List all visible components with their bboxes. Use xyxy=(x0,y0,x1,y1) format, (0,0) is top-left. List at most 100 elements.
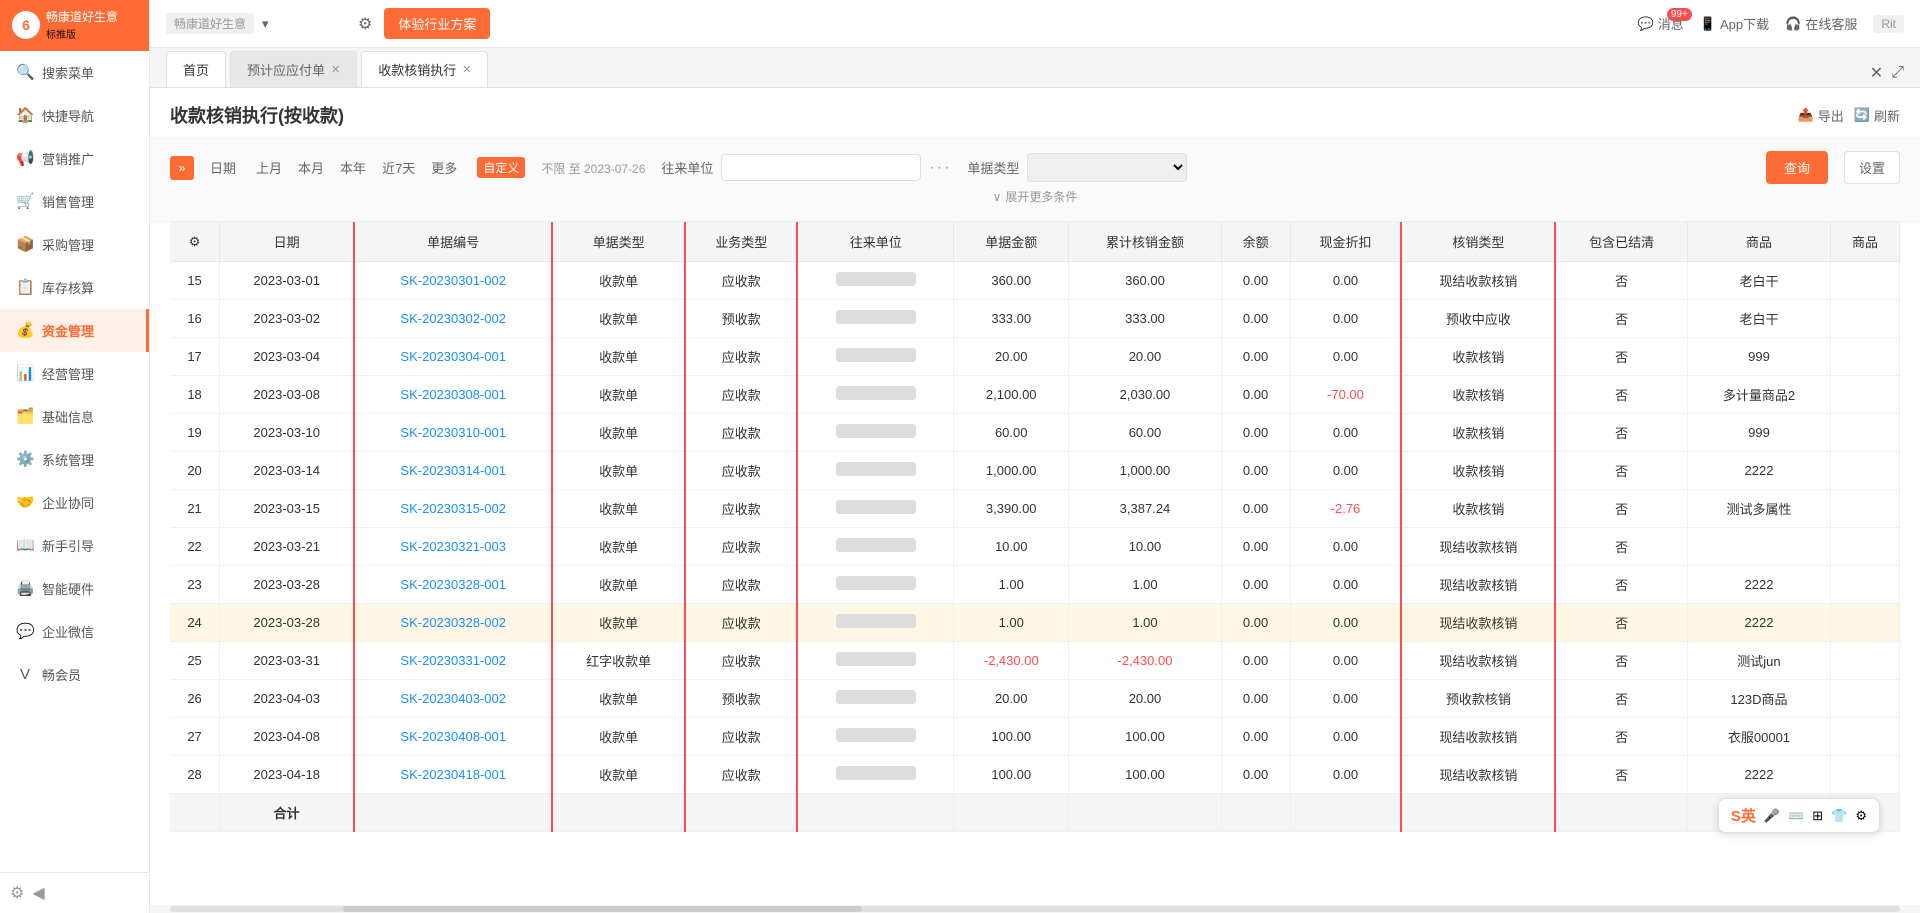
horizontal-scrollbar[interactable] xyxy=(150,905,1920,913)
sidebar-item-purchase[interactable]: 📦采购管理 xyxy=(0,223,149,266)
bill-type-select[interactable] xyxy=(1027,153,1187,182)
row-no: 17 xyxy=(170,338,220,376)
bill-no-link[interactable]: SK-20230314-001 xyxy=(400,463,506,478)
row-amount: 2,100.00 xyxy=(954,376,1069,414)
sidebar-item-finance[interactable]: 💰资金管理 xyxy=(0,309,149,352)
row-include-settled: 否 xyxy=(1555,414,1687,452)
bill-no-link[interactable]: SK-20230321-003 xyxy=(400,539,506,554)
tab-close-advance-pay[interactable]: ✕ xyxy=(331,63,340,76)
unit-input[interactable] xyxy=(721,154,921,181)
settings-icon[interactable]: ⚙ xyxy=(10,883,24,903)
row-bill-no[interactable]: SK-20230314-001 xyxy=(354,452,552,490)
topbar-settings-icon[interactable]: ⚙ xyxy=(358,14,372,34)
bill-no-link[interactable]: SK-20230310-001 xyxy=(400,425,506,440)
ime-mic-icon[interactable]: 🎤 xyxy=(1764,808,1780,824)
bill-no-link[interactable]: SK-20230328-001 xyxy=(400,577,506,592)
sidebar-item-operation[interactable]: 📊经营管理 xyxy=(0,352,149,395)
ime-keyboard-icon[interactable]: ⌨️ xyxy=(1788,808,1804,824)
query-button[interactable]: 查询 xyxy=(1766,151,1828,184)
row-bill-no[interactable]: SK-20230304-001 xyxy=(354,338,552,376)
date-option-本月[interactable]: 本月 xyxy=(294,156,328,179)
ime-grid-icon[interactable]: ⊞ xyxy=(1812,808,1823,824)
row-amount: 1,000.00 xyxy=(954,452,1069,490)
row-balance: 0.00 xyxy=(1221,300,1290,338)
tab-maximize-icon[interactable]: ⤢ xyxy=(1891,64,1904,82)
sidebar-item-guide[interactable]: 📖新手引导 xyxy=(0,524,149,567)
sidebar-item-base[interactable]: 🗂️基础信息 xyxy=(0,395,149,438)
row-bill-no[interactable]: SK-20230331-002 xyxy=(354,642,552,680)
bill-no-link[interactable]: SK-20230315-002 xyxy=(400,501,506,516)
sidebar-item-wechat[interactable]: 💬企业微信 xyxy=(0,610,149,653)
sidebar-item-marketing[interactable]: 📢营销推广 xyxy=(0,137,149,180)
message-button[interactable]: 💬 消息 99+ xyxy=(1638,14,1684,33)
date-option-近7天[interactable]: 近7天 xyxy=(378,156,419,179)
page-title: 收款核销执行(按收款) xyxy=(170,102,344,128)
row-date: 2023-03-01 xyxy=(220,262,355,300)
row-bill-no[interactable]: SK-20230315-002 xyxy=(354,490,552,528)
member-icon: V xyxy=(16,666,34,683)
row-bill-no[interactable]: SK-20230301-002 xyxy=(354,262,552,300)
online-service-button[interactable]: 🎧 在线客服 xyxy=(1785,14,1857,33)
row-bill-no[interactable]: SK-20230310-001 xyxy=(354,414,552,452)
ime-more-icon[interactable]: ⚙ xyxy=(1855,808,1867,824)
dropdown-icon[interactable]: ▾ xyxy=(262,16,269,32)
row-bill-no[interactable]: SK-20230328-002 xyxy=(354,604,552,642)
col-settings-icon[interactable]: ⚙ xyxy=(189,234,201,249)
sidebar-item-quick-nav[interactable]: 🏠快捷导航 xyxy=(0,94,149,137)
row-date: 2023-03-15 xyxy=(220,490,355,528)
footer-cell-4 xyxy=(685,794,797,832)
custom-date-button[interactable]: 自定义 xyxy=(477,157,525,178)
bill-no-link[interactable]: SK-20230408-001 xyxy=(400,729,506,744)
bill-no-link[interactable]: SK-20230328-002 xyxy=(400,615,506,630)
row-bill-no[interactable]: SK-20230328-001 xyxy=(354,566,552,604)
date-option-更多[interactable]: 更多 xyxy=(427,156,461,179)
app-download-button[interactable]: 📱 App下载 xyxy=(1700,14,1769,33)
bill-no-link[interactable]: SK-20230302-002 xyxy=(400,311,506,326)
sidebar-item-system[interactable]: ⚙️系统管理 xyxy=(0,438,149,481)
sidebar-item-inventory[interactable]: 📋库存核算 xyxy=(0,266,149,309)
sidebar-item-enterprise[interactable]: 🤝企业协同 xyxy=(0,481,149,524)
date-option-上月[interactable]: 上月 xyxy=(252,156,286,179)
filter-settings-button[interactable]: 设置 xyxy=(1844,151,1900,184)
date-option-本年[interactable]: 本年 xyxy=(336,156,370,179)
tab-collection-verify[interactable]: 收款核销执行✕ xyxy=(361,51,488,87)
filter-toggle-button[interactable]: » xyxy=(170,156,194,180)
scrollbar-thumb[interactable] xyxy=(343,906,862,912)
row-bill-no[interactable]: SK-20230308-001 xyxy=(354,376,552,414)
bill-no-link[interactable]: SK-20230418-001 xyxy=(400,767,506,782)
row-bill-no[interactable]: SK-20230302-002 xyxy=(354,300,552,338)
row-bill-no[interactable]: SK-20230418-001 xyxy=(354,756,552,794)
sidebar-item-sales[interactable]: 🛒销售管理 xyxy=(0,180,149,223)
sidebar-item-hardware[interactable]: 🖨️智能硬件 xyxy=(0,567,149,610)
bill-no-link[interactable]: SK-20230304-001 xyxy=(400,349,506,364)
solution-button[interactable]: 体验行业方案 xyxy=(384,8,490,39)
expand-more-button[interactable]: ∨ 展开更多条件 xyxy=(993,188,1078,205)
row-unit xyxy=(797,414,953,452)
sidebar-label-purchase: 采购管理 xyxy=(42,235,94,254)
row-cash-discount: -70.00 xyxy=(1290,376,1401,414)
collapse-icon[interactable]: ◀ xyxy=(32,883,44,903)
tab-close-collection-verify[interactable]: ✕ xyxy=(462,63,471,76)
sales-icon: 🛒 xyxy=(16,192,34,210)
row-cash-discount: 0.00 xyxy=(1290,718,1401,756)
row-bill-no[interactable]: SK-20230321-003 xyxy=(354,528,552,566)
bill-no-link[interactable]: SK-20230403-002 xyxy=(400,691,506,706)
refresh-button[interactable]: 🔄 刷新 xyxy=(1854,106,1900,125)
bill-no-link[interactable]: SK-20230331-002 xyxy=(400,653,506,668)
sidebar-item-search[interactable]: 🔍搜索菜单 xyxy=(0,51,149,94)
filter-expand-row: ∨ 展开更多条件 xyxy=(170,184,1900,209)
tab-close-all-icon[interactable]: ✕ xyxy=(1870,63,1883,83)
footer-cell-11 xyxy=(1555,794,1687,832)
row-bill-no[interactable]: SK-20230408-001 xyxy=(354,718,552,756)
user-info[interactable]: Rit xyxy=(1873,15,1904,33)
bill-no-link[interactable]: SK-20230301-002 xyxy=(400,273,506,288)
ime-shirt-icon[interactable]: 👕 xyxy=(1831,808,1847,824)
row-no: 19 xyxy=(170,414,220,452)
bill-no-link[interactable]: SK-20230308-001 xyxy=(400,387,506,402)
row-bill-no[interactable]: SK-20230403-002 xyxy=(354,680,552,718)
row-verified-amount: 333.00 xyxy=(1069,300,1221,338)
export-button[interactable]: 📤 导出 xyxy=(1798,106,1844,125)
tab-advance-pay[interactable]: 预计应应付单✕ xyxy=(230,51,357,87)
sidebar-item-member[interactable]: V畅会员 xyxy=(0,653,149,696)
tab-home[interactable]: 首页 xyxy=(166,51,226,87)
